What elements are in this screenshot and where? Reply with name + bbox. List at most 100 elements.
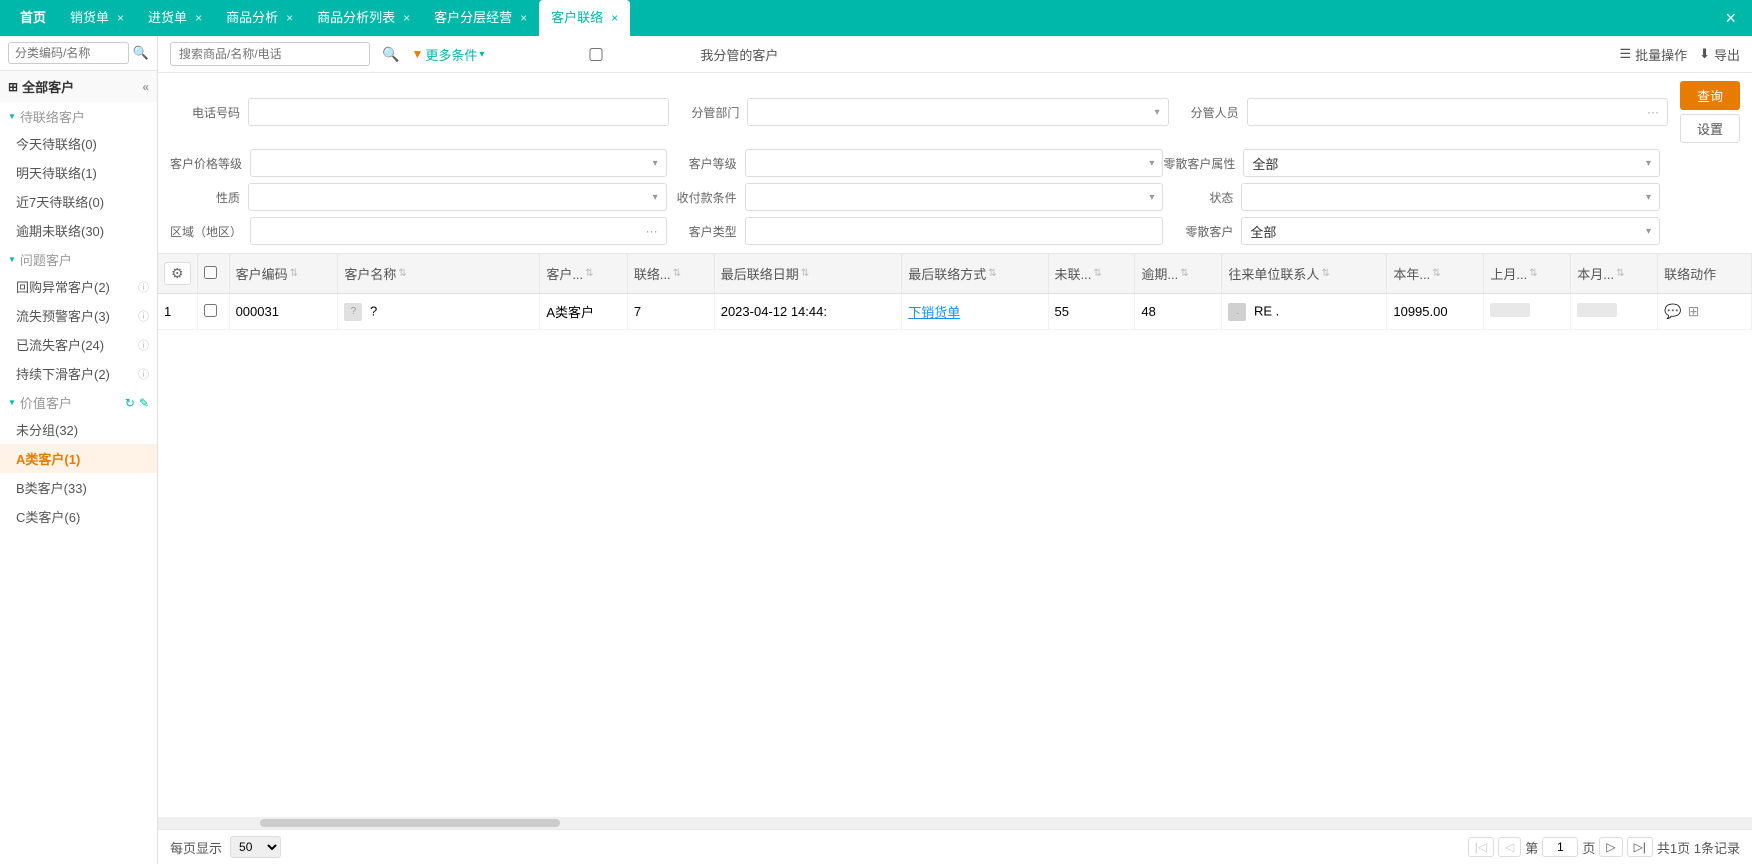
next-page-button[interactable]: ▷ <box>1599 837 1622 857</box>
sidebar-search-icon[interactable]: 🔍 <box>133 45 149 61</box>
td-last-contact-date: 2023-04-12 14:44: <box>714 294 902 330</box>
filter-label-dept: 分管部门 <box>669 104 739 121</box>
sidebar-item-week[interactable]: 近7天待联络(0) <box>0 187 157 216</box>
filter-input-dept[interactable]: ▾ <box>747 98 1168 126</box>
sidebar-item-today[interactable]: 今天待联络(0) <box>0 129 157 158</box>
filter-cell-customer-type: 客户类型 <box>667 217 1164 245</box>
filter-input-scatter[interactable]: 全部 ▾ <box>1241 217 1660 245</box>
sort-icon-level: ⇅ <box>585 268 593 279</box>
more-filters-button[interactable]: ▼ 更多条件 ▾ <box>411 45 484 64</box>
nav-close-customer-contact[interactable]: × <box>611 0 618 36</box>
sort-icon-contact-count: ⇅ <box>673 268 681 279</box>
query-button[interactable]: 查询 <box>1680 81 1740 110</box>
nav-item-goods-analysis[interactable]: 商品分析 × <box>214 0 305 36</box>
sidebar: 🔍 ⊞ 全部客户 « ▼ 待联络客户 今天待联络(0) 明天待联络(1) 近7天… <box>0 36 158 864</box>
sidebar-item-unclassified[interactable]: 未分组(32) <box>0 415 157 444</box>
info-icon-repurchase: ⓘ <box>138 279 149 295</box>
td-contact-person: . RE . <box>1222 294 1387 330</box>
sidebar-item-class-b[interactable]: B类客户(33) <box>0 473 157 502</box>
nav-item-purchase[interactable]: 进货单 × <box>136 0 214 36</box>
nav-item-sales[interactable]: 销货单 × <box>58 0 136 36</box>
group-label-value: ▼ 价值客户 ↻ ✎ <box>0 388 157 415</box>
filter-input-nature[interactable]: ▾ <box>248 183 667 211</box>
filter-input-person[interactable]: ··· <box>1247 98 1668 126</box>
td-level: A类客户 <box>540 294 628 330</box>
sidebar-item-class-a[interactable]: A类客户(1) <box>0 444 157 473</box>
group-action-refresh[interactable]: ↻ <box>125 396 135 410</box>
sort-icon-name: ⇅ <box>398 268 406 279</box>
all-customers-header[interactable]: ⊞ 全部客户 « <box>0 71 157 102</box>
column-settings-button[interactable]: ⚙ <box>164 262 191 285</box>
total-label: 页 <box>1582 838 1595 857</box>
my-customers-filter[interactable]: 我分管的客户 <box>496 45 778 64</box>
arrow-icon-status: ▾ <box>1646 192 1651 203</box>
filter-input-phone[interactable] <box>248 98 669 126</box>
sidebar-collapse-btn[interactable]: « <box>142 80 149 94</box>
filter-input-customer-type[interactable] <box>745 217 1164 245</box>
sort-icon-last-contact-method: ⇅ <box>988 268 996 279</box>
nav-item-customer-tier[interactable]: 客户分层经营 × <box>422 0 539 36</box>
sidebar-search-input[interactable] <box>8 42 129 64</box>
filter-input-region[interactable]: ··· <box>250 217 667 245</box>
scrollbar-thumb[interactable] <box>260 819 560 827</box>
filter-label-customer-level: 客户等级 <box>667 155 737 172</box>
sidebar-item-declining[interactable]: 持续下滑客户(2) ⓘ <box>0 359 157 388</box>
sidebar-item-class-c[interactable]: C类客户(6) <box>0 502 157 531</box>
arrow-icon-customer-level: ▾ <box>1149 158 1154 169</box>
sidebar-item-churn-warning[interactable]: 流失预警客户(3) ⓘ <box>0 301 157 330</box>
sidebar-item-tomorrow[interactable]: 明天待联络(1) <box>0 158 157 187</box>
sidebar-item-repurchase-abnormal[interactable]: 回购异常客户(2) ⓘ <box>0 272 157 301</box>
th-code: 客户编码 ⇅ <box>229 254 338 294</box>
last-contact-method-link[interactable]: 下销货单 <box>908 305 960 320</box>
nav-close-goods-analysis[interactable]: × <box>286 0 293 36</box>
nav-item-home[interactable]: 首页 <box>8 0 58 36</box>
main-layout: 🔍 ⊞ 全部客户 « ▼ 待联络客户 今天待联络(0) 明天待联络(1) 近7天… <box>0 36 1752 864</box>
th-last-month: 上月... ⇅ <box>1484 254 1571 294</box>
first-page-button[interactable]: |◁ <box>1468 837 1494 857</box>
th-checkbox <box>197 254 229 294</box>
search-input[interactable] <box>170 42 370 66</box>
filter-input-payment[interactable]: ▾ <box>745 183 1164 211</box>
filter-cell-region: 区域（地区） ··· <box>170 217 667 245</box>
select-all-checkbox[interactable] <box>204 266 217 279</box>
td-row-num: 1 <box>158 294 197 330</box>
per-page-select[interactable]: 50 100 200 <box>230 836 281 858</box>
nav-close-goods-analysis-list[interactable]: × <box>403 0 410 36</box>
sidebar-item-overdue[interactable]: 逾期未联络(30) <box>0 216 157 245</box>
records-label: 共1页 1条记录 <box>1657 838 1740 857</box>
nav-close-purchase[interactable]: × <box>195 0 202 36</box>
close-all-button[interactable]: × <box>1717 8 1744 28</box>
filter-label-payment: 收付款条件 <box>667 189 737 206</box>
nav-close-sales[interactable]: × <box>117 0 124 36</box>
sidebar-item-churned[interactable]: 已流失客户(24) ⓘ <box>0 330 157 359</box>
filter-cell-scatter-attr: 零散客户属性 全部 ▾ <box>1163 149 1660 177</box>
export-button[interactable]: ⬇ 导出 <box>1699 45 1740 64</box>
group-action-edit[interactable]: ✎ <box>139 396 149 410</box>
row-checkbox[interactable] <box>204 304 217 317</box>
td-contact-count: 7 <box>627 294 714 330</box>
filter-input-status[interactable]: ▾ <box>1241 183 1660 211</box>
prev-page-button[interactable]: ◁ <box>1498 837 1521 857</box>
content-area: 🔍 ▼ 更多条件 ▾ 我分管的客户 ☰ 批量操作 ⬇ 导出 <box>158 36 1752 864</box>
my-customers-checkbox[interactable] <box>496 48 696 61</box>
filter-row-4: 区域（地区） ··· 客户类型 零散客户 全部 ▾ <box>170 217 1740 245</box>
horizontal-scrollbar[interactable] <box>158 817 1752 829</box>
batch-op-button[interactable]: ☰ 批量操作 <box>1619 45 1687 64</box>
filter-input-customer-level[interactable]: ▾ <box>745 149 1164 177</box>
chat-action-icon[interactable]: 💬 <box>1664 303 1681 320</box>
filter-label-status: 状态 <box>1163 189 1233 206</box>
table-header-row: ⚙ 客户编码 ⇅ 客户名称 <box>158 254 1752 294</box>
sort-icon-current-year: ⇅ <box>1432 268 1440 279</box>
filter-cell-person: 分管人员 ··· <box>1169 98 1668 126</box>
search-button[interactable]: 🔍 <box>382 46 399 63</box>
filter-input-price-level[interactable]: ▾ <box>250 149 667 177</box>
grid-action-icon[interactable]: ⊞ <box>1688 303 1700 320</box>
nav-item-goods-analysis-list[interactable]: 商品分析列表 × <box>305 0 422 36</box>
last-page-button[interactable]: ▷| <box>1627 837 1653 857</box>
page-input[interactable] <box>1542 837 1578 857</box>
nav-item-customer-contact[interactable]: 客户联络 × <box>539 0 630 36</box>
filter-label-customer-type: 客户类型 <box>667 223 737 240</box>
settings-button[interactable]: 设置 <box>1680 114 1740 143</box>
nav-close-customer-tier[interactable]: × <box>520 0 527 36</box>
filter-input-scatter-attr[interactable]: 全部 ▾ <box>1243 149 1660 177</box>
